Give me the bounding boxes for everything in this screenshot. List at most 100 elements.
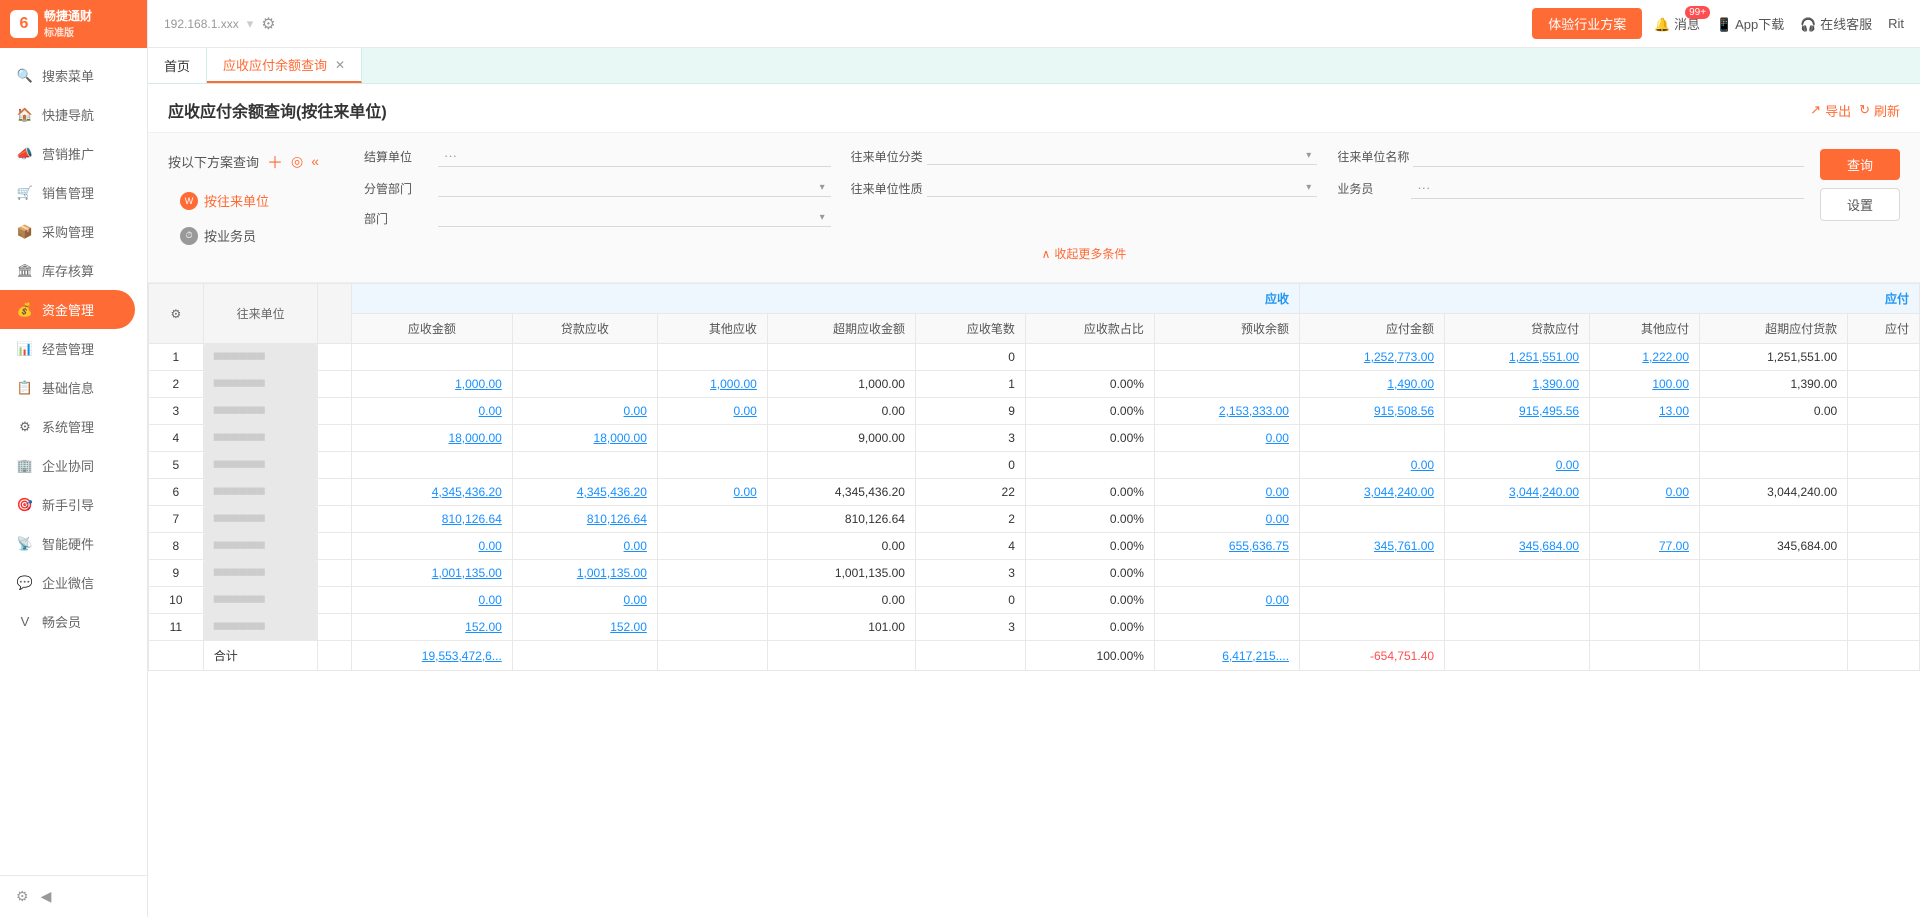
field-nature-control[interactable]: ▾	[927, 179, 1318, 197]
sidebar-label-finance: 资金管理	[42, 300, 94, 319]
total-ap-other	[1590, 641, 1700, 671]
main-content: 应收应付余额查询(按往来单位) ↗ 导出 ↻ 刷新 按以下方案查询	[148, 84, 1920, 917]
app-logo: 6 畅捷通财 标准版	[0, 0, 147, 48]
notice-badge: 99+	[1685, 6, 1710, 19]
export-icon: ↗	[1810, 102, 1821, 118]
page-content-area: 应收应付余额查询(按往来单位) ↗ 导出 ↻ 刷新 按以下方案查询	[148, 84, 1920, 917]
app-name: 畅捷通财	[44, 9, 92, 25]
sidebar-label-marketing: 营销推广	[42, 144, 94, 163]
field-name-control[interactable]	[1413, 146, 1804, 167]
col-ap-overdue: 超期应付货款	[1700, 314, 1848, 344]
wechat-icon: 💬	[16, 575, 34, 591]
inventory-icon: 🏛	[16, 263, 34, 279]
sidebar-item-basic[interactable]: 📋 基础信息	[0, 368, 147, 407]
collapse-icon: ∧	[1042, 247, 1051, 261]
notice-icon: 🔔	[1654, 17, 1670, 32]
sidebar-item-operation[interactable]: 📊 经营管理	[0, 329, 147, 368]
sidebar-label-basic: 基础信息	[42, 378, 94, 397]
field-dept-control[interactable]: ▾	[438, 179, 831, 197]
notice-btn[interactable]: 🔔 消息 99+	[1654, 14, 1700, 33]
sidebar-label-hardware: 智能硬件	[42, 534, 94, 553]
collapse-icon[interactable]: ◀	[41, 888, 52, 905]
unit-cell: ████████████	[203, 425, 318, 452]
export-btn[interactable]: ↗ 导出	[1810, 101, 1851, 120]
table-settings-icon[interactable]: ⚙	[170, 307, 181, 321]
sidebar-item-hardware[interactable]: 📡 智能硬件	[0, 524, 147, 563]
page-header: 应收应付余额查询(按往来单位) ↗ 导出 ↻ 刷新	[148, 84, 1920, 133]
total-empty2	[318, 641, 351, 671]
sidebar-item-member[interactable]: V 畅会员	[0, 602, 147, 641]
sidebar-item-guide[interactable]: 🎯 新手引导	[0, 485, 147, 524]
field-department-control[interactable]: ▾	[438, 209, 831, 227]
col-ar-ratio: 应收款占比	[1025, 314, 1154, 344]
col-unit-header: 往来单位	[203, 284, 318, 344]
sidebar-label-quick-nav: 快捷导航	[42, 105, 94, 124]
sidebar-label-purchase: 采购管理	[42, 222, 94, 241]
filter-by-label: 按以下方案查询	[168, 152, 259, 171]
operation-icon: 📊	[16, 341, 34, 357]
industry-btn[interactable]: 体验行业方案	[1532, 8, 1642, 39]
tab-home[interactable]: 首页	[148, 48, 207, 83]
col-ar-count: 应收笔数	[915, 314, 1025, 344]
settings-btn[interactable]: 设置	[1820, 188, 1900, 221]
guide-icon: 🎯	[16, 497, 34, 513]
sidebar-item-wechat[interactable]: 💬 企业微信	[0, 563, 147, 602]
sidebar-item-finance[interactable]: 💰 资金管理	[0, 290, 135, 329]
field-category-control[interactable]: ▾	[927, 147, 1318, 165]
sidebar-item-sales[interactable]: 🛒 销售管理	[0, 173, 147, 212]
refresh-btn[interactable]: ↻ 刷新	[1859, 101, 1900, 120]
total-ar-amount[interactable]: 19,553,472,6...	[351, 641, 512, 671]
unit-cell: ████████████	[203, 506, 318, 533]
collapse-more-btn[interactable]: ∧ 收起更多条件	[364, 237, 1804, 270]
total-ap-loan	[1445, 641, 1590, 671]
sidebar-item-marketing[interactable]: 📣 营销推广	[0, 134, 147, 173]
sidebar-item-inventory[interactable]: 🏛 库存核算	[0, 251, 147, 290]
option-by-unit[interactable]: W 按往来单位	[168, 185, 348, 216]
col-ar-advance: 预收余额	[1154, 314, 1299, 344]
data-table: ⚙ 往来单位 应收 应付 应收金额 贷款应收 其他应收 超期应收金额 应收笔数 …	[148, 283, 1920, 671]
sidebar-label-operation: 经营管理	[42, 339, 94, 358]
sidebar-item-purchase[interactable]: 📦 采购管理	[0, 212, 147, 251]
page-actions: ↗ 导出 ↻ 刷新	[1810, 101, 1900, 120]
field-settlement-control[interactable]: ···	[438, 145, 831, 167]
unit-name-input[interactable]	[1419, 149, 1798, 163]
col-settings-header[interactable]: ⚙	[149, 284, 204, 344]
col-ap-rest: 应付	[1848, 314, 1920, 344]
sidebar-item-quick-nav[interactable]: 🏠 快捷导航	[0, 95, 147, 134]
unit-cell: ████████████	[203, 587, 318, 614]
enterprise-icon: 🏢	[16, 458, 34, 474]
filter-collapse-btn[interactable]: «	[311, 153, 319, 169]
sidebar-label-sales: 销售管理	[42, 183, 94, 202]
option-by-staff[interactable]: ⏱ 按业务员	[168, 220, 348, 251]
settings-bottom-icon[interactable]: ⚙	[16, 888, 29, 905]
table-row: 6████████████4,345,436.204,345,436.200.0…	[149, 479, 1920, 506]
unit-cell: ████████████	[203, 479, 318, 506]
field-staff: 业务员 ···	[1337, 177, 1804, 199]
breadcrumb-text: 192.168.1.xxx	[164, 17, 239, 31]
gear-icon[interactable]: ⚙	[261, 14, 275, 34]
service-btn[interactable]: 🎧 在线客服	[1800, 14, 1872, 33]
sidebar-item-enterprise[interactable]: 🏢 企业协同	[0, 446, 147, 485]
total-ar-advance[interactable]: 6,417,215....	[1154, 641, 1299, 671]
field-dept: 分管部门 ▾	[364, 177, 831, 199]
tab-close-icon[interactable]: ✕	[335, 58, 345, 72]
filter-target-btn[interactable]: ◎	[291, 153, 303, 170]
user-name[interactable]: Rit	[1888, 16, 1904, 31]
tab-query-label: 应收应付余额查询	[223, 55, 327, 74]
table-row: 8████████████0.000.000.0040.00%655,636.7…	[149, 533, 1920, 560]
tab-query[interactable]: 应收应付余额查询 ✕	[207, 48, 362, 83]
filter-add-btn[interactable]: ＋	[267, 149, 283, 173]
field-staff-control[interactable]: ···	[1411, 177, 1804, 199]
query-btn[interactable]: 查询	[1820, 149, 1900, 180]
total-empty	[149, 641, 204, 671]
top-header: 192.168.1.xxx ▾ ⚙ 体验行业方案 🔔 消息 99+ 📱 App下…	[148, 0, 1920, 48]
field-settlement-unit: 结算单位 ···	[364, 145, 831, 167]
col-empty-header	[318, 284, 351, 344]
field-unit-category: 往来单位分类 ▾	[851, 145, 1318, 167]
service-icon: 🎧	[1800, 17, 1816, 32]
sidebar-item-system[interactable]: ⚙ 系统管理	[0, 407, 147, 446]
download-btn[interactable]: 📱 App下载	[1716, 14, 1784, 33]
sidebar-item-search[interactable]: 🔍 搜索菜单	[0, 56, 147, 95]
collapse-label: 收起更多条件	[1054, 245, 1126, 262]
sidebar-label-member: 畅会员	[42, 612, 81, 631]
